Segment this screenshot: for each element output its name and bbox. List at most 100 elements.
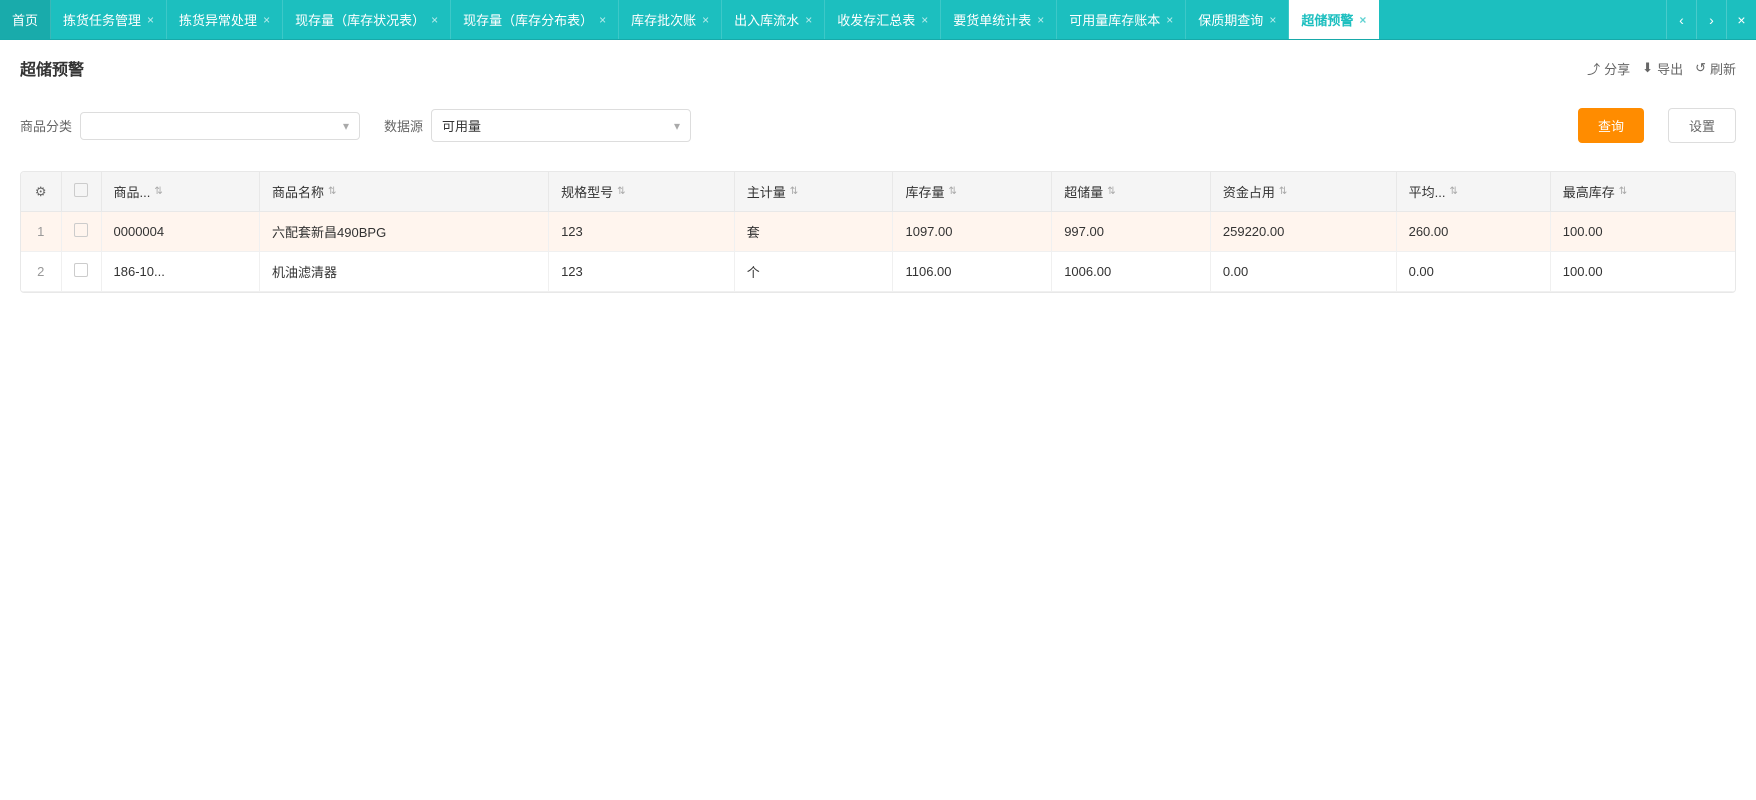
col-checkbox [61, 172, 101, 212]
row-spec: 123 [549, 252, 735, 292]
col-spec[interactable]: 规格型号 ⇅ [549, 172, 735, 212]
product-category-select[interactable]: ▾ [80, 112, 360, 140]
page-header: 超储预警 ⤴ 分享 ⬇ 导出 ↺ 刷新 [20, 56, 1736, 80]
nav-overstock-warning-label: 超储预警 [1301, 10, 1353, 29]
share-button[interactable]: ⤴ 分享 [1587, 59, 1630, 78]
share-label: 分享 [1604, 59, 1630, 78]
col-product-name-label: 商品名称 [272, 182, 324, 201]
table-container: ⚙ 商品... ⇅ 商品名称 ⇅ [20, 171, 1736, 293]
nav-arrows: ‹ › × [1666, 0, 1756, 39]
row-product-name: 机油滤清器 [260, 252, 549, 292]
row-product-code: 0000004 [101, 212, 260, 252]
settings-button[interactable]: 设置 [1668, 108, 1736, 143]
data-source-label: 数据源 [384, 116, 423, 135]
nav-recv-send-close[interactable]: × [921, 13, 928, 27]
nav-task-mgmt-label: 拣货任务管理 [63, 10, 141, 29]
nav-overstock-warning[interactable]: 超储预警 × [1289, 0, 1379, 39]
col-max-stock-sort-icon: ⇅ [1619, 186, 1627, 197]
nav-arrow-close[interactable]: × [1726, 0, 1756, 39]
export-button[interactable]: ⬇ 导出 [1642, 59, 1683, 78]
row-avg: 0.00 [1396, 252, 1550, 292]
col-gear[interactable]: ⚙ [21, 172, 61, 212]
header-actions: ⤴ 分享 ⬇ 导出 ↺ 刷新 [1587, 59, 1736, 78]
nav-task-mgmt[interactable]: 拣货任务管理 × [51, 0, 167, 39]
nav-in-out-flow-label: 出入库流水 [734, 10, 799, 29]
col-unit-label: 主计量 [747, 182, 786, 201]
data-source-filter: 数据源 可用量 ▾ [384, 109, 691, 142]
col-unit[interactable]: 主计量 ⇅ [734, 172, 893, 212]
nav-available-account-close[interactable]: × [1166, 13, 1173, 27]
nav-overstock-warning-close[interactable]: × [1359, 13, 1366, 27]
data-source-value: 可用量 [442, 116, 481, 135]
col-capital-sort-icon: ⇅ [1279, 186, 1287, 197]
nav-batch-account-label: 库存批次账 [631, 10, 696, 29]
nav-home[interactable]: 首页 [0, 0, 51, 39]
product-category-chevron-icon: ▾ [343, 119, 349, 133]
nav-available-account[interactable]: 可用量库存账本 × [1057, 0, 1186, 39]
col-max-stock-label: 最高库存 [1563, 182, 1615, 201]
nav-arrow-left[interactable]: ‹ [1666, 0, 1696, 39]
row-max-stock: 100.00 [1550, 212, 1735, 252]
nav-batch-account[interactable]: 库存批次账 × [619, 0, 722, 39]
overstock-table: ⚙ 商品... ⇅ 商品名称 ⇅ [21, 172, 1735, 292]
refresh-button[interactable]: ↺ 刷新 [1695, 59, 1736, 78]
row-checkbox-cell [61, 212, 101, 252]
nav-in-out-flow[interactable]: 出入库流水 × [722, 0, 825, 39]
row-unit: 套 [734, 212, 893, 252]
nav-inventory-dist-close[interactable]: × [599, 13, 606, 27]
col-product-name[interactable]: 商品名称 ⇅ [260, 172, 549, 212]
col-stock[interactable]: 库存量 ⇅ [893, 172, 1052, 212]
col-stock-sort-icon: ⇅ [949, 186, 957, 197]
nav-inventory-dist[interactable]: 现存量（库存分布表） × [451, 0, 619, 39]
col-overstock-label: 超储量 [1064, 182, 1103, 201]
nav-quality-check-close[interactable]: × [1269, 13, 1276, 27]
export-icon: ⬇ [1642, 60, 1653, 76]
share-icon: ⤴ [1587, 59, 1600, 78]
col-overstock[interactable]: 超储量 ⇅ [1052, 172, 1211, 212]
row-checkbox[interactable] [74, 263, 88, 277]
row-stock: 1106.00 [893, 252, 1052, 292]
nav-arrow-right[interactable]: › [1696, 0, 1726, 39]
nav-recv-send[interactable]: 收发存汇总表 × [825, 0, 941, 39]
nav-quality-check-label: 保质期查询 [1198, 10, 1263, 29]
row-avg: 260.00 [1396, 212, 1550, 252]
refresh-label: 刷新 [1710, 59, 1736, 78]
query-button[interactable]: 查询 [1578, 108, 1644, 143]
nav-order-stats-label: 要货单统计表 [953, 10, 1031, 29]
nav-inventory-status-close[interactable]: × [431, 13, 438, 27]
nav-home-label: 首页 [12, 10, 38, 29]
nav-abnormal-close[interactable]: × [263, 13, 270, 27]
row-product-code: 186-10... [101, 252, 260, 292]
row-unit: 个 [734, 252, 893, 292]
nav-inventory-status[interactable]: 现存量（库存状况表） × [283, 0, 451, 39]
table-header-row: ⚙ 商品... ⇅ 商品名称 ⇅ [21, 172, 1735, 212]
col-product-code[interactable]: 商品... ⇅ [101, 172, 260, 212]
nav-abnormal[interactable]: 拣货异常处理 × [167, 0, 283, 39]
row-capital-occ: 259220.00 [1210, 212, 1396, 252]
data-source-select[interactable]: 可用量 ▾ [431, 109, 691, 142]
product-category-filter: 商品分类 ▾ [20, 112, 360, 140]
col-product-name-sort-icon: ⇅ [328, 186, 336, 197]
row-checkbox-cell [61, 252, 101, 292]
nav-task-mgmt-close[interactable]: × [147, 13, 154, 27]
nav-order-stats[interactable]: 要货单统计表 × [941, 0, 1057, 39]
col-avg-label: 平均... [1409, 182, 1446, 201]
row-num: 1 [21, 212, 61, 252]
col-stock-label: 库存量 [905, 182, 944, 201]
row-spec: 123 [549, 212, 735, 252]
col-product-code-sort-icon: ⇅ [154, 186, 162, 197]
header-checkbox[interactable] [74, 183, 88, 197]
col-max-stock[interactable]: 最高库存 ⇅ [1550, 172, 1735, 212]
nav-order-stats-close[interactable]: × [1037, 13, 1044, 27]
nav-available-account-label: 可用量库存账本 [1069, 10, 1160, 29]
data-source-chevron-icon: ▾ [674, 119, 680, 133]
col-avg[interactable]: 平均... ⇅ [1396, 172, 1550, 212]
col-avg-sort-icon: ⇅ [1449, 186, 1457, 197]
row-checkbox[interactable] [74, 223, 88, 237]
nav-batch-account-close[interactable]: × [702, 13, 709, 27]
nav-quality-check[interactable]: 保质期查询 × [1186, 0, 1289, 39]
nav-in-out-flow-close[interactable]: × [805, 13, 812, 27]
col-capital[interactable]: 资金占用 ⇅ [1210, 172, 1396, 212]
gear-icon[interactable]: ⚙ [35, 184, 47, 199]
row-overstock: 1006.00 [1052, 252, 1211, 292]
